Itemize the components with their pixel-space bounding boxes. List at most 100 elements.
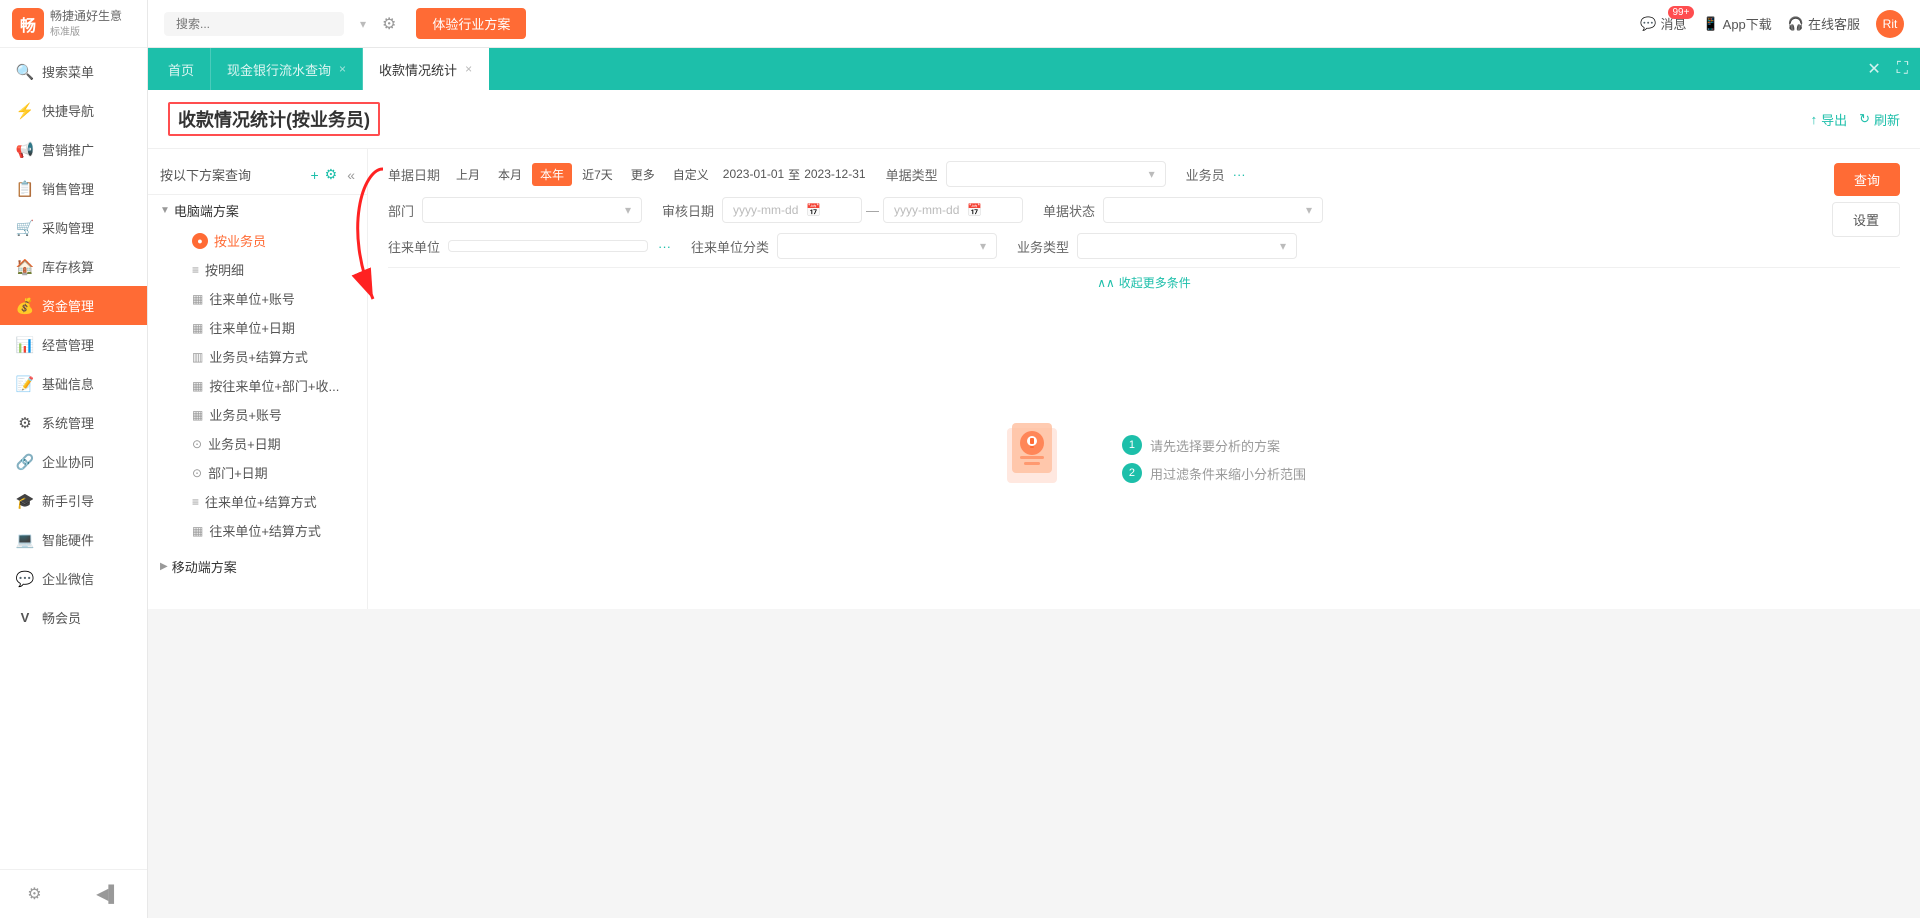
message-icon: 💬 [1640, 16, 1656, 32]
scheme-item-unit-acct[interactable]: ▦ 往来单位+账号 [168, 284, 367, 313]
refresh-icon: ↻ [1859, 111, 1870, 127]
sidebar-item-label: 库存核算 [42, 257, 94, 276]
scheme-item-detail[interactable]: ≡ 按明细 [168, 255, 367, 284]
tab-cashflow[interactable]: 现金银行流水查询 × [211, 48, 363, 90]
scheme-item-unit-date[interactable]: ▦ 往来单位+日期 [168, 313, 367, 342]
sidebar-item-basics[interactable]: 📝 基础信息 [0, 364, 147, 403]
expand-icon: ▼ [160, 205, 170, 216]
audit-date-sep: — [866, 203, 879, 218]
tab-home-label: 首页 [168, 60, 194, 79]
bill-status-select[interactable]: ▾ [1103, 197, 1323, 223]
empty-step-2: 2 用过滤条件来缩小分析范围 [1122, 463, 1306, 483]
top-search-input[interactable] [164, 12, 344, 36]
sidebar-item-purchase[interactable]: 🛒 采购管理 [0, 208, 147, 247]
category-select[interactable]: ▾ [777, 233, 997, 259]
refresh-button[interactable]: ↻ 刷新 [1859, 110, 1900, 129]
sidebar-item-finance[interactable]: 💰 资金管理 [0, 286, 147, 325]
date-tab-more[interactable]: 更多 [623, 163, 663, 186]
logo-text-area: 畅捷通好生意 标准版 [50, 9, 122, 38]
sidebar-item-guide[interactable]: 🎓 新手引导 [0, 481, 147, 520]
staff-more-btn[interactable]: ··· [1233, 167, 1246, 182]
step-num-1: 1 [1122, 435, 1142, 455]
trial-button[interactable]: 体验行业方案 [416, 8, 526, 39]
audit-date-start[interactable]: yyyy-mm-dd 📅 [722, 197, 862, 223]
audit-date-end[interactable]: yyyy-mm-dd 📅 [883, 197, 1023, 223]
top-settings-icon[interactable]: ⚙ [382, 14, 396, 34]
date-range-end: 2023-12-31 [804, 167, 865, 181]
online-service-btn[interactable]: 🎧 在线客服 [1788, 14, 1860, 33]
date-tab-thisyear[interactable]: 本年 [532, 163, 572, 186]
sidebar-item-operations[interactable]: 📊 经营管理 [0, 325, 147, 364]
scheme-item-icon-unit-settle1: ≡ [192, 495, 199, 509]
date-tab-custom[interactable]: 自定义 [665, 163, 717, 186]
sidebar-item-quicknav[interactable]: ⚡ 快捷导航 [0, 91, 147, 130]
sidebar-item-label: 新手引导 [42, 491, 94, 510]
scheme-item-label: 部门+日期 [208, 463, 268, 482]
tab-fullscreen-icon[interactable]: ⛶ [1893, 56, 1912, 82]
scheme-item-staff-date[interactable]: ⊙ 业务员+日期 [168, 429, 367, 458]
biz-type-select[interactable]: ▾ [1077, 233, 1297, 259]
collapse-more-btn[interactable]: ∧∧ 收起更多条件 [388, 267, 1900, 297]
scheme-header: 按以下方案查询 + ⚙ « [148, 159, 367, 195]
scheme-item-label: 按明细 [205, 260, 244, 279]
date-range: 2023-01-01 至 2023-12-31 [723, 166, 866, 183]
export-button[interactable]: ↑ 导出 [1811, 110, 1848, 129]
scheme-item-icon-staff-date: ⊙ [192, 437, 202, 451]
scheme-item-icon-detail: ≡ [192, 263, 199, 277]
scheme-item-unit-settle2[interactable]: ▦ 往来单位+结算方式 [168, 516, 367, 545]
app-download-btn[interactable]: 📱 App下载 [1702, 14, 1771, 33]
scheme-item-icon-staff-settle: ▥ [192, 350, 203, 364]
message-btn[interactable]: 💬 消息 99+ [1640, 14, 1686, 33]
dept-label: 部门 [388, 201, 414, 220]
tab-cashflow-close[interactable]: × [339, 62, 346, 76]
counterparty-more-btn[interactable]: ··· [658, 239, 671, 254]
date-tab-7days[interactable]: 近7天 [574, 163, 621, 186]
scheme-item-unit-settle1[interactable]: ≡ 往来单位+结算方式 [168, 487, 367, 516]
settings-button[interactable]: 设置 [1832, 202, 1900, 237]
sidebar-item-hardware[interactable]: 💻 智能硬件 [0, 520, 147, 559]
staff-label: 业务员 [1186, 165, 1225, 184]
scheme-settings-btn[interactable]: ⚙ [325, 166, 338, 183]
tab-home[interactable]: 首页 [148, 48, 211, 90]
scheme-item-staff-acct[interactable]: ▦ 业务员+账号 [168, 400, 367, 429]
sidebar-item-member[interactable]: V 畅会员 [0, 598, 147, 637]
scheme-collapse-btn[interactable]: « [347, 167, 355, 183]
scheme-add-btn[interactable]: + [310, 167, 318, 183]
sidebar-item-wechat[interactable]: 💬 企业微信 [0, 559, 147, 598]
dropdown-icon[interactable]: ▾ [360, 17, 366, 31]
scheme-group-mobile[interactable]: ▶ 移动端方案 [148, 551, 367, 582]
wechat-icon: 💬 [16, 570, 34, 588]
settings-bottom-icon[interactable]: ⚙ [21, 878, 47, 910]
sidebar-item-inventory[interactable]: 🏠 库存核算 [0, 247, 147, 286]
dept-select[interactable]: ▾ [422, 197, 642, 223]
date-tab-lastmonth[interactable]: 上月 [448, 163, 488, 186]
sidebar-item-enterprise[interactable]: 🔗 企业协同 [0, 442, 147, 481]
scheme-group-desktop[interactable]: ▼ 电脑端方案 [148, 195, 367, 226]
scheme-item-staff[interactable]: ● 按业务员 [168, 226, 367, 255]
scheme-item-label: 业务员+结算方式 [209, 347, 308, 366]
main-area: ▾ ⚙ 体验行业方案 💬 消息 99+ 📱 App下载 🎧 在线客服 Rit [148, 0, 1920, 918]
scheme-item-icon-staff: ● [192, 233, 208, 249]
sidebar-item-marketing[interactable]: 📢 营销推广 [0, 130, 147, 169]
expand-icon-mobile: ▶ [160, 561, 168, 572]
date-tab-thismonth[interactable]: 本月 [490, 163, 530, 186]
scheme-item-label: 业务员+账号 [209, 405, 282, 424]
sidebar-item-search[interactable]: 🔍 搜索菜单 [0, 52, 147, 91]
scheme-item-staff-settle[interactable]: ▥ 业务员+结算方式 [168, 342, 367, 371]
tab-receipts[interactable]: 收款情况统计 × [363, 48, 489, 90]
query-button[interactable]: 查询 [1834, 163, 1900, 196]
date-range-separator: 至 [788, 166, 800, 183]
scheme-item-dept-date[interactable]: ⊙ 部门+日期 [168, 458, 367, 487]
sidebar-item-system[interactable]: ⚙ 系统管理 [0, 403, 147, 442]
sidebar-item-sales[interactable]: 📋 销售管理 [0, 169, 147, 208]
scheme-item-icon-dept-date: ⊙ [192, 466, 202, 480]
tab-receipts-close[interactable]: × [465, 62, 472, 76]
counterparty-select[interactable] [448, 240, 648, 252]
date-tabs: 上月 本月 本年 近7天 更多 自定义 [448, 163, 717, 186]
scheme-item-unit-dept[interactable]: ▦ 按往来单位+部门+收... [168, 371, 367, 400]
collapse-sidebar-icon[interactable]: ◀▌ [90, 878, 126, 910]
scheme-item-label: 业务员+日期 [208, 434, 281, 453]
bill-type-select[interactable]: ▾ [946, 161, 1166, 187]
tab-close-all-icon[interactable]: ✕ [1863, 55, 1884, 83]
user-avatar[interactable]: Rit [1876, 10, 1904, 38]
